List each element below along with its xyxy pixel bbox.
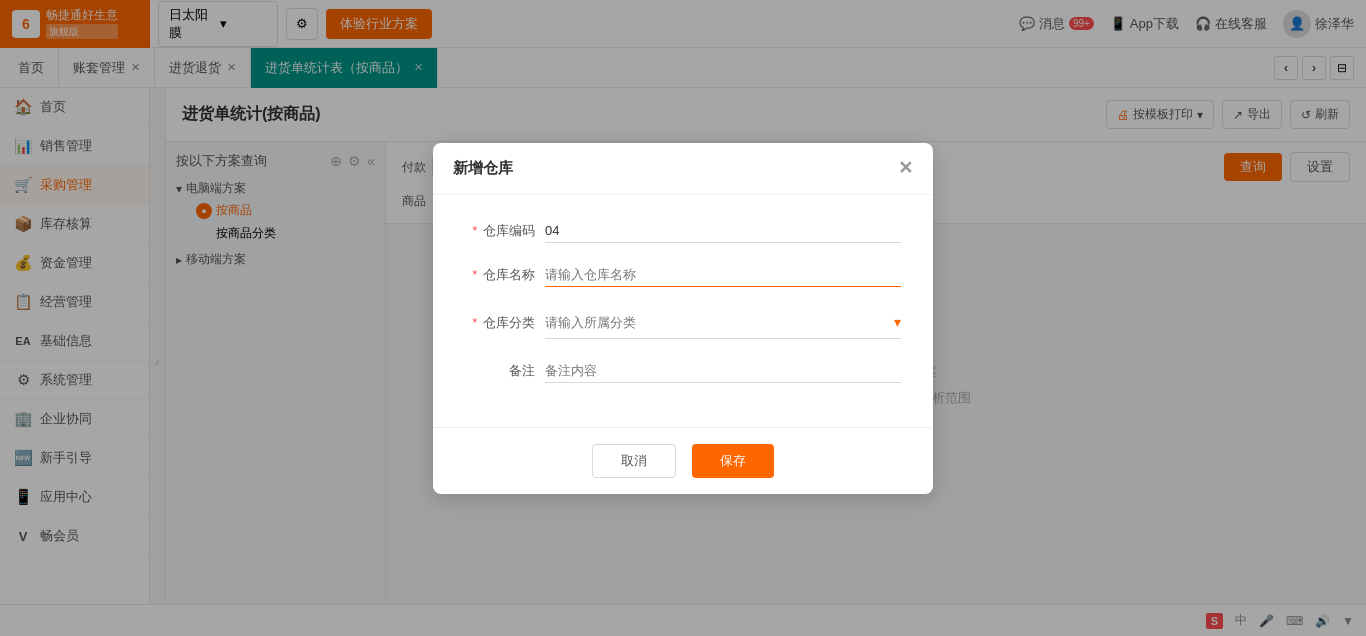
- modal-footer: 取消 保存: [433, 427, 933, 494]
- save-button[interactable]: 保存: [692, 444, 774, 478]
- remark-input[interactable]: [545, 359, 901, 383]
- form-row-name: * 仓库名称: [465, 263, 901, 287]
- name-required: *: [472, 267, 477, 282]
- code-input[interactable]: [545, 219, 901, 243]
- name-label-text: 仓库名称: [483, 267, 535, 282]
- form-row-remark: 备注: [465, 359, 901, 383]
- category-input[interactable]: [545, 311, 894, 334]
- name-label: * 仓库名称: [465, 266, 545, 284]
- category-required: *: [472, 315, 477, 330]
- category-label-text: 仓库分类: [483, 315, 535, 330]
- modal-title: 新增仓库: [453, 159, 513, 178]
- form-row-code: * 仓库编码: [465, 219, 901, 243]
- cancel-button[interactable]: 取消: [592, 444, 676, 478]
- modal-body: * 仓库编码 * 仓库名称 * 仓库分类: [433, 195, 933, 427]
- code-required: *: [472, 223, 477, 238]
- code-label-text: 仓库编码: [483, 223, 535, 238]
- remark-label-text: 备注: [509, 363, 535, 378]
- code-label: * 仓库编码: [465, 222, 545, 240]
- category-dropdown-icon: ▾: [894, 314, 901, 330]
- category-label: * 仓库分类: [465, 314, 545, 332]
- form-row-category: * 仓库分类 ▾: [465, 307, 901, 339]
- name-input[interactable]: [545, 263, 901, 287]
- modal-overlay: 新增仓库 ✕ * 仓库编码 * 仓库名称: [0, 0, 1366, 636]
- add-warehouse-modal: 新增仓库 ✕ * 仓库编码 * 仓库名称: [433, 143, 933, 494]
- remark-label: 备注: [465, 362, 545, 380]
- modal-header: 新增仓库 ✕: [433, 143, 933, 195]
- category-select-wrap[interactable]: ▾: [545, 307, 901, 339]
- modal-close-button[interactable]: ✕: [898, 159, 913, 177]
